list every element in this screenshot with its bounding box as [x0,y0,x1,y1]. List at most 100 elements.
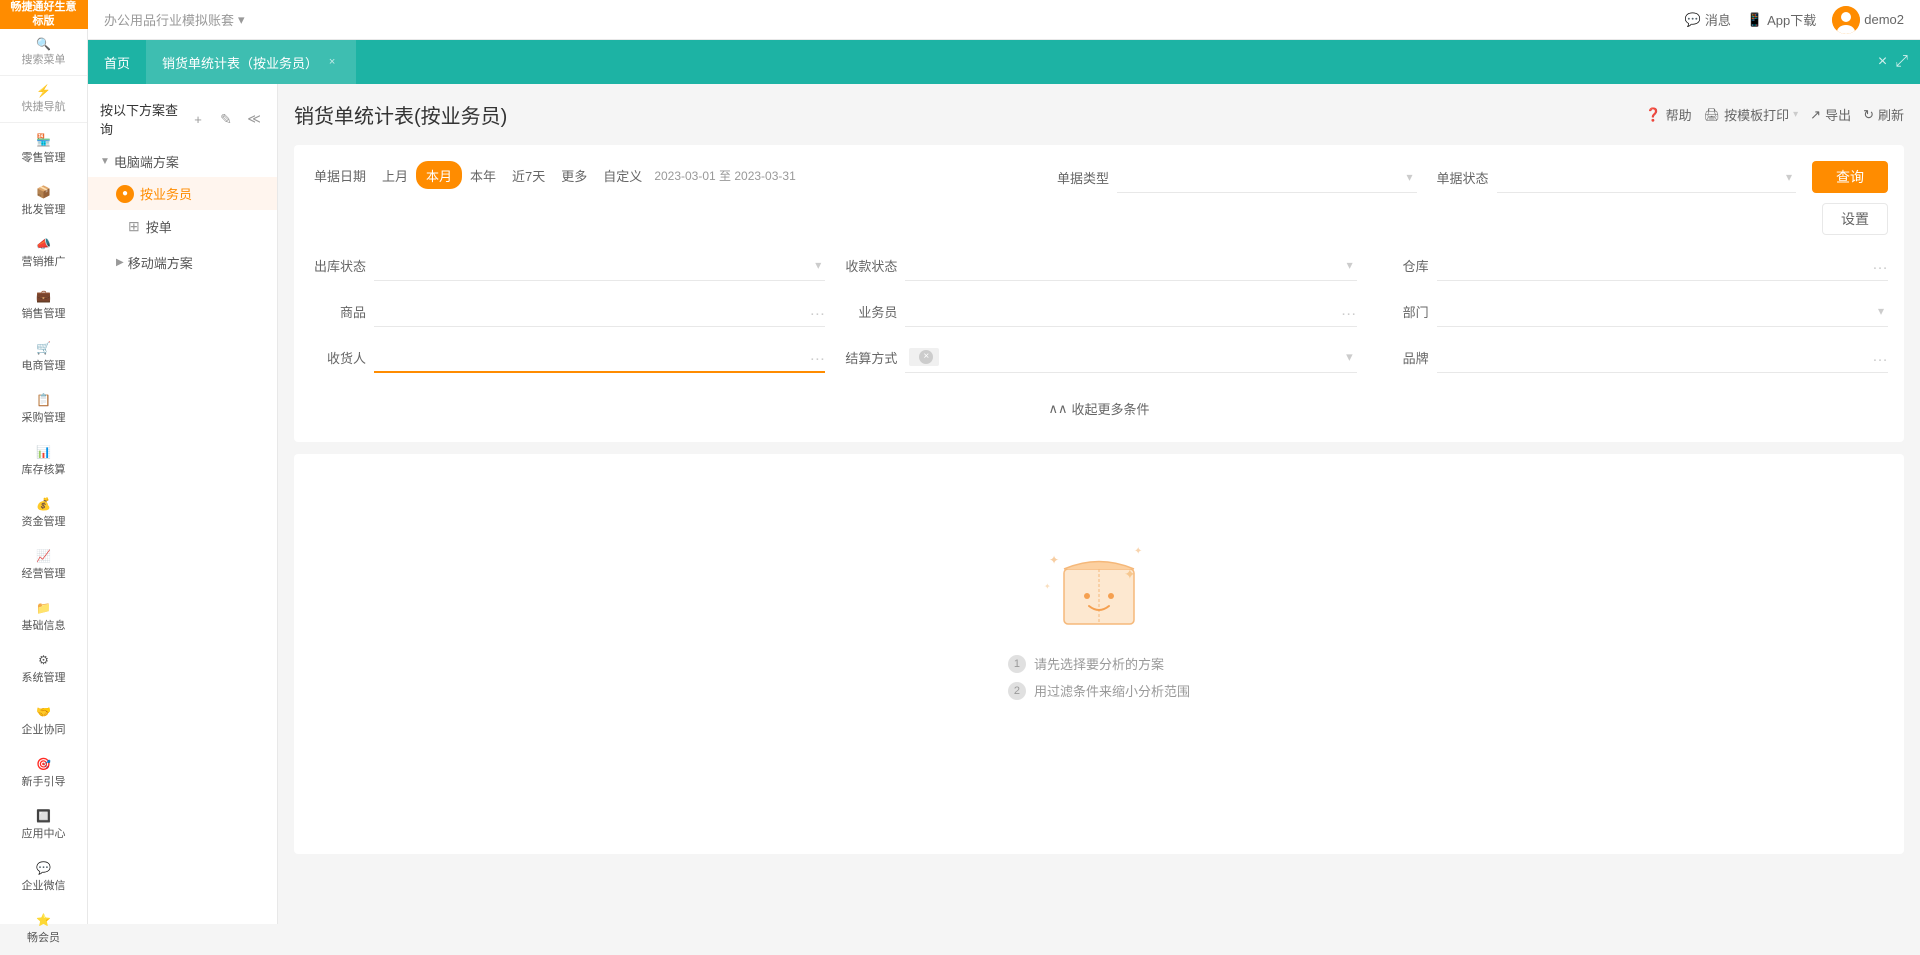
page-title-actions: ❓ 帮助 🖨 按模板打印 ▾ ↗ 导出 ↻ 刷新 [1645,105,1904,124]
date-tab-this-month[interactable]: 本月 [416,161,462,189]
out-status-dropdown-icon: ▾ [815,258,821,272]
doc-status-label: 单据状态 [1433,168,1489,187]
setting-button[interactable]: 设置 [1822,203,1888,235]
sidebar-item-wholesale[interactable]: 📦 批发管理 [0,175,87,227]
collapse-button[interactable]: ∧∧ 收起更多条件 [1036,395,1161,422]
panel-section-desktop-header[interactable]: ▼ 电脑端方案 [88,146,277,177]
topbar-dropdown-icon[interactable]: ▾ [238,12,245,28]
window-close-icon[interactable]: × [1878,53,1887,71]
receipt-status-select[interactable]: ▾ [905,249,1356,281]
filter-row-2: 出库状态 ▾ 收款状态 ▾ 仓库 [310,249,1888,281]
goods-input-wrap: … [374,295,825,327]
right-content: 销货单统计表(按业务员) ❓ 帮助 🖨 按模板打印 ▾ ↗ 导出 [278,84,1920,924]
export-icon: ↗ [1810,107,1821,123]
sidebar-item-basic[interactable]: 📁 基础信息 [0,591,87,643]
corp-icon: 🤝 [36,705,51,719]
receiver-input[interactable] [374,349,805,364]
sidebar-item-purchase[interactable]: 📋 采购管理 [0,383,87,435]
grid-icon: ⊞ [128,218,140,235]
settlement-item: 结算方式 × ▾ [841,341,1356,373]
receipt-status-label: 收款状态 [841,256,897,275]
date-tab-last-month[interactable]: 上月 [374,161,416,189]
staff-item: 业务员 … [841,295,1356,327]
query-button[interactable]: 查询 [1812,161,1888,193]
sidebar-item-appstore[interactable]: 🔲 应用中心 [0,799,87,851]
settlement-tag-close[interactable]: × [919,350,933,364]
doc-type-label: 单据类型 [1053,168,1109,187]
window-maximize-icon[interactable]: ⤢ [1895,53,1908,71]
sidebar-quick-nav[interactable]: ⚡ 快捷导航 [0,76,87,123]
svg-text:✦: ✦ [1044,582,1051,591]
template-print-button[interactable]: 🖨 按模板打印 ▾ [1704,105,1799,124]
sidebar-item-vip[interactable]: ⭐ 畅会员 [0,903,87,955]
out-status-select[interactable]: ▾ [374,249,825,281]
sidebar-search[interactable]: 🔍 搜索菜单 [0,29,87,76]
help-button[interactable]: ❓ 帮助 [1645,105,1691,124]
doc-status-select[interactable]: ▾ [1497,161,1797,193]
sidebar-item-inventory[interactable]: 📊 库存核算 [0,435,87,487]
doc-type-select[interactable]: ▾ [1117,161,1417,193]
brand-input[interactable] [1437,349,1868,364]
filter-row-3: 商品 … 业务员 … 部门 [310,295,1888,327]
system-icon: ⚙ [38,653,49,667]
receiver-item: 收货人 … [310,341,825,373]
staff-input[interactable] [905,303,1336,318]
vip-icon: ⭐ [36,913,51,927]
tab-close-icon[interactable]: × [324,54,340,70]
tabbar: 首页 销货单统计表（按业务员） × × ⤢ [88,40,1920,84]
user-avatar[interactable]: demo2 [1832,6,1904,34]
date-filter: 上月 本月 本年 近7天 更多 自定义 2023-03-01 至 2023-03… [374,161,1037,189]
date-tab-this-year[interactable]: 本年 [462,161,504,189]
wholesale-icon: 📦 [36,185,51,199]
sidebar-item-wechat[interactable]: 💬 企业微信 [0,851,87,903]
out-status-item: 出库状态 ▾ [310,249,825,281]
tab-home[interactable]: 首页 [88,40,146,84]
quick-icon: ⚡ [0,84,87,98]
sidebar-logo: 畅捷通好生意 标版 [0,0,88,29]
collapse-row: ∧∧ 收起更多条件 [310,387,1888,426]
sidebar-item-system[interactable]: ⚙ 系统管理 [0,643,87,695]
staff-input-wrap: … [905,295,1356,327]
goods-input[interactable] [374,303,805,318]
export-button[interactable]: ↗ 导出 [1810,105,1851,124]
brand-dots[interactable]: … [1872,348,1888,366]
receipt-status-dropdown-icon: ▾ [1347,258,1353,272]
sidebar: 畅捷通好生意 标版 🔍 搜索菜单 ⚡ 快捷导航 🏪 零售管理 📦 批发管理 📣 … [0,0,88,924]
collapse-up-icon: ∧∧ [1048,401,1067,417]
edit-scheme-button[interactable]: ✎ [215,108,237,130]
collapse-panel-button[interactable]: ≪ [243,108,265,130]
add-scheme-button[interactable]: + [187,108,209,130]
date-tab-more[interactable]: 更多 [553,161,595,189]
sidebar-item-newbie[interactable]: 🎯 新手引导 [0,747,87,799]
sidebar-item-sales[interactable]: 💼 销售管理 [0,279,87,331]
message-button[interactable]: 💬 消息 [1685,10,1731,29]
refresh-button[interactable]: ↻ 刷新 [1863,105,1904,124]
panel-section-mobile-header[interactable]: ▶ 移动端方案 [88,247,277,278]
sidebar-item-finance[interactable]: 💰 资金管理 [0,487,87,539]
sidebar-item-ecommerce[interactable]: 🛒 电商管理 [0,331,87,383]
page-title-text: 销货单统计表(按业务员) [294,100,507,129]
receiver-dots[interactable]: … [809,347,825,365]
settlement-input[interactable]: × ▾ [905,341,1356,373]
avatar [1832,6,1860,34]
sidebar-item-retail[interactable]: 🏪 零售管理 [0,123,87,175]
panel-item-by-order[interactable]: ⊞ 按单 [88,210,277,243]
warehouse-input[interactable] [1437,257,1868,272]
sidebar-item-marketing[interactable]: 📣 营销推广 [0,227,87,279]
panel-section-desktop: ▼ 电脑端方案 ● 按业务员 ⊞ 按单 [88,146,277,243]
svg-text:✦: ✦ [1049,553,1059,567]
date-tab-custom[interactable]: 自定义 [595,161,650,189]
dept-select[interactable]: ▾ [1437,295,1888,327]
goods-dots[interactable]: … [809,302,825,320]
sidebar-item-corp[interactable]: 🤝 企业协同 [0,695,87,747]
topbar-actions: 💬 消息 📱 App下载 demo2 [1685,6,1904,34]
staff-dots[interactable]: … [1341,302,1357,320]
dept-dropdown-icon: ▾ [1878,304,1884,318]
date-tab-last7[interactable]: 近7天 [504,161,553,189]
content: 按以下方案查询 + ✎ ≪ ▼ 电脑端方案 ● 按业务员 ⊞ [88,84,1920,924]
tab-sales-stats[interactable]: 销货单统计表（按业务员） × [146,40,356,84]
sidebar-item-operation[interactable]: 📈 经营管理 [0,539,87,591]
panel-item-by-staff[interactable]: ● 按业务员 [88,177,277,210]
app-download-button[interactable]: 📱 App下载 [1747,10,1816,29]
warehouse-dots[interactable]: … [1872,256,1888,274]
